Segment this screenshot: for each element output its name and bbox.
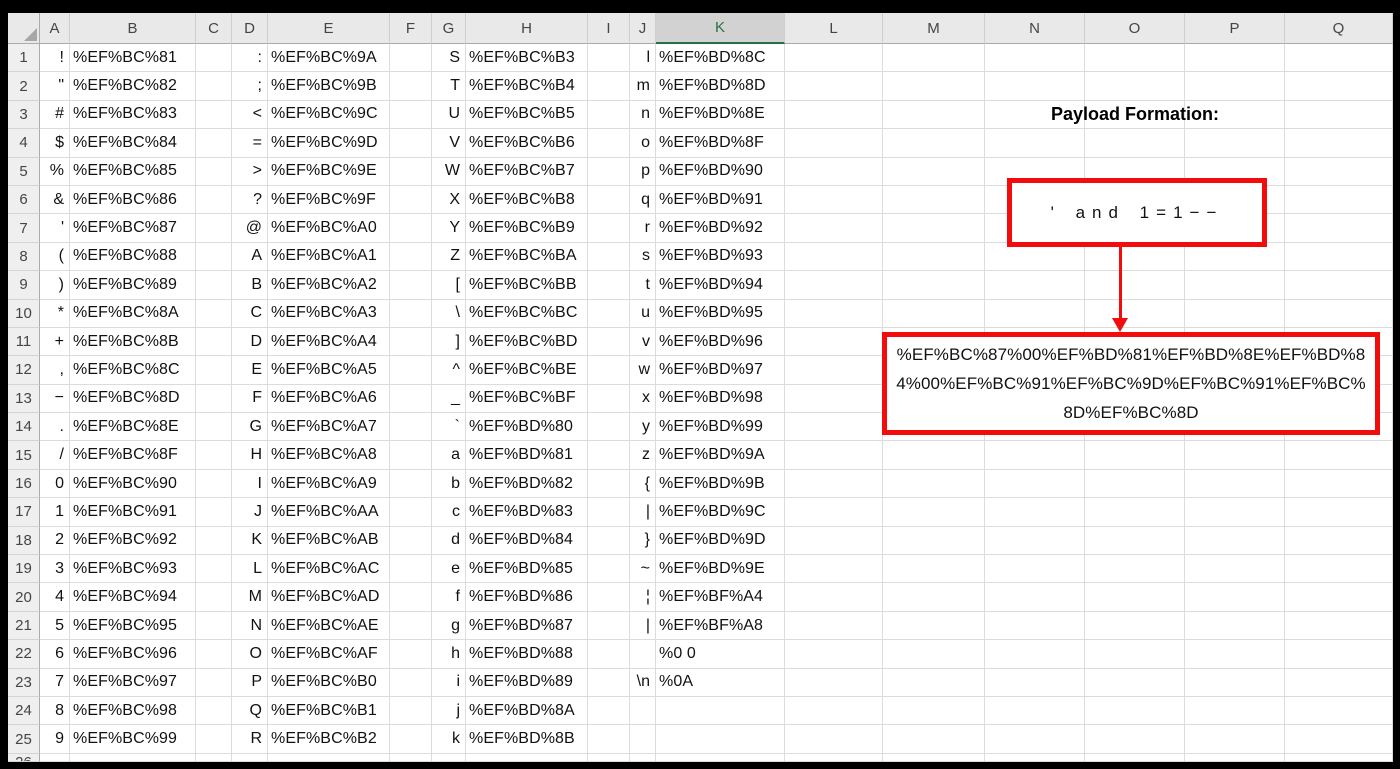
payload-annotation-layer: Payload Formation: ' and 1=1−− %EF%BC%87… (8, 13, 1393, 762)
screenshot-frame: A B C D E F G H I J K L M N O P Q 1! %EF%BC%81: %EF%BC%9A S%… (0, 0, 1400, 769)
payload-encoded-line: 4%00%EF%BC%91%EF%BC%9D%EF%BC%91%EF%BC% (896, 374, 1366, 393)
spreadsheet: A B C D E F G H I J K L M N O P Q 1! %EF%BC%81: %EF%BC%9A S%… (8, 13, 1393, 762)
arrow-head-icon (1112, 318, 1128, 332)
payload-encoded-line: 8D%EF%BC%8D (1063, 403, 1199, 422)
payload-source-box[interactable]: ' and 1=1−− (1007, 178, 1267, 247)
payload-formation-title: Payload Formation: (1050, 104, 1220, 124)
payload-encoded-line: %EF%BC%87%00%EF%BD%81%EF%BD%8E%EF%BD%8 (896, 345, 1366, 364)
payload-encoded-box[interactable]: %EF%BC%87%00%EF%BD%81%EF%BD%8E%EF%BD%8 4… (882, 332, 1380, 435)
flow-arrow[interactable] (1119, 247, 1122, 320)
payload-source-text: ' and 1=1−− (1050, 202, 1224, 222)
